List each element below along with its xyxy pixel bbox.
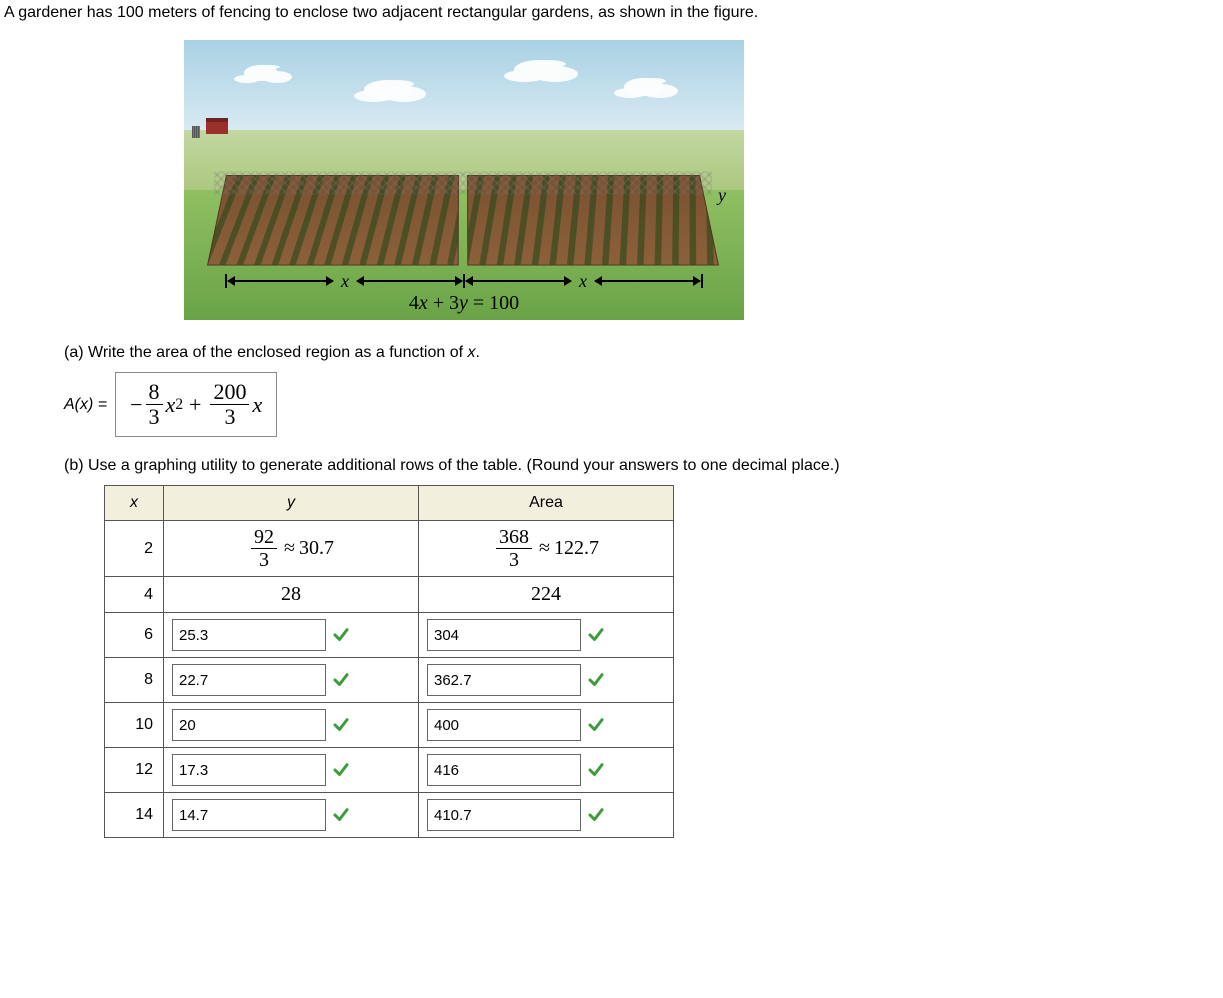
area-cell: 224 xyxy=(419,577,674,613)
checkmark-icon xyxy=(587,716,605,734)
values-table: x y Area 2 923≈30.7 3683≈122.7 4 28 224 681012… xyxy=(104,485,674,838)
garden-bed-left xyxy=(207,175,459,266)
area-cell xyxy=(419,748,674,793)
col-header-y: y xyxy=(164,486,419,521)
y-input[interactable] xyxy=(172,664,326,696)
area-cell xyxy=(419,613,674,658)
dim-arrow-right xyxy=(595,280,700,282)
table-row: 12 xyxy=(105,748,674,793)
cloud-icon xyxy=(514,60,564,80)
y-cell: 923≈30.7 xyxy=(164,521,419,577)
checkmark-icon xyxy=(332,626,350,644)
y-input[interactable] xyxy=(172,709,326,741)
x-cell: 4 xyxy=(105,577,164,613)
checkmark-icon xyxy=(332,761,350,779)
part-a-prompt-prefix: (a) Write the area of the enclosed regio… xyxy=(64,344,468,361)
x-var: x xyxy=(166,392,176,418)
x-cell: 2 xyxy=(105,521,164,577)
garden-figure: y x x 4x + 3y = 100 xyxy=(184,40,744,320)
constraint-equation: 4x + 3y = 100 xyxy=(184,292,744,315)
dim-arrow-left xyxy=(357,280,462,282)
table-row: 2 923≈30.7 3683≈122.7 xyxy=(105,521,674,577)
x-dimension-row: x x xyxy=(224,272,704,290)
checkmark-icon xyxy=(587,626,605,644)
x-cell: 10 xyxy=(105,703,164,748)
numerator: 200 xyxy=(210,381,249,405)
y-cell xyxy=(164,658,419,703)
x-cell: 14 xyxy=(105,793,164,838)
y-cell xyxy=(164,748,419,793)
fraction-200-over-3: 200 3 xyxy=(210,381,249,428)
barn-icon xyxy=(206,118,228,134)
checkmark-icon xyxy=(332,716,350,734)
y-cell: 28 xyxy=(164,577,419,613)
table-row: 6 xyxy=(105,613,674,658)
x-dimension-label: x xyxy=(341,271,349,292)
checkmark-icon xyxy=(332,806,350,824)
table-row: 8 xyxy=(105,658,674,703)
y-input[interactable] xyxy=(172,754,326,786)
checkmark-icon xyxy=(332,671,350,689)
y-cell xyxy=(164,793,419,838)
cloud-icon xyxy=(624,78,664,96)
area-function-answer[interactable]: − 8 3 x2 + 200 3 x xyxy=(115,372,277,437)
col-header-area: Area xyxy=(419,486,674,521)
table-row: 10 xyxy=(105,703,674,748)
given-value: 28 xyxy=(281,583,301,606)
silo-icon xyxy=(192,126,200,138)
checkmark-icon xyxy=(587,761,605,779)
given-value: 224 xyxy=(531,583,561,606)
col-header-x: x xyxy=(105,486,164,521)
dim-tick xyxy=(701,274,703,288)
denominator: 3 xyxy=(149,405,160,428)
part-b: (b) Use a graphing utility to generate a… xyxy=(64,457,1223,838)
cloud-icon xyxy=(244,65,278,81)
y-input[interactable] xyxy=(172,619,326,651)
area-input[interactable] xyxy=(427,664,581,696)
area-input[interactable] xyxy=(427,709,581,741)
area-cell: 3683≈122.7 xyxy=(419,521,674,577)
x-dimension-label: x xyxy=(579,271,587,292)
area-input[interactable] xyxy=(427,799,581,831)
given-value: 923≈30.7 xyxy=(248,527,334,570)
checkmark-icon xyxy=(587,671,605,689)
denominator: 3 xyxy=(224,405,235,428)
minus-sign: − xyxy=(130,392,142,418)
part-b-prompt: (b) Use a graphing utility to generate a… xyxy=(64,457,1223,475)
y-cell xyxy=(164,613,419,658)
x-cell: 8 xyxy=(105,658,164,703)
y-cell xyxy=(164,703,419,748)
area-cell xyxy=(419,703,674,748)
garden-bed-right xyxy=(467,175,719,266)
area-cell xyxy=(419,793,674,838)
area-input[interactable] xyxy=(427,619,581,651)
given-value: 3683≈122.7 xyxy=(493,527,599,570)
fraction-8-over-3: 8 3 xyxy=(146,381,163,428)
table-row: 4 28 224 xyxy=(105,577,674,613)
checkmark-icon xyxy=(587,806,605,824)
cloud-icon xyxy=(364,80,412,100)
dim-arrow-right xyxy=(466,280,571,282)
x-cell: 6 xyxy=(105,613,164,658)
exponent-2: 2 xyxy=(175,396,183,414)
numerator: 8 xyxy=(146,381,163,405)
figure-container: y x x 4x + 3y = 100 xyxy=(184,40,1223,320)
x-var: x xyxy=(252,392,262,418)
area-input[interactable] xyxy=(427,754,581,786)
function-label: A(x) = xyxy=(64,396,107,414)
part-a-prompt: (a) Write the area of the enclosed regio… xyxy=(64,344,1223,362)
x-cell: 12 xyxy=(105,748,164,793)
part-a-prompt-suffix: . xyxy=(476,344,480,361)
dim-arrow-left xyxy=(228,280,333,282)
part-a-var: x xyxy=(468,344,476,361)
table-row: 14 xyxy=(105,793,674,838)
area-cell xyxy=(419,658,674,703)
y-dimension-label: y xyxy=(718,185,726,206)
garden-plots xyxy=(203,175,724,266)
plus-sign: + xyxy=(189,392,201,418)
problem-intro: A gardener has 100 meters of fencing to … xyxy=(4,4,1223,22)
part-a: (a) Write the area of the enclosed regio… xyxy=(64,344,1223,437)
y-input[interactable] xyxy=(172,799,326,831)
